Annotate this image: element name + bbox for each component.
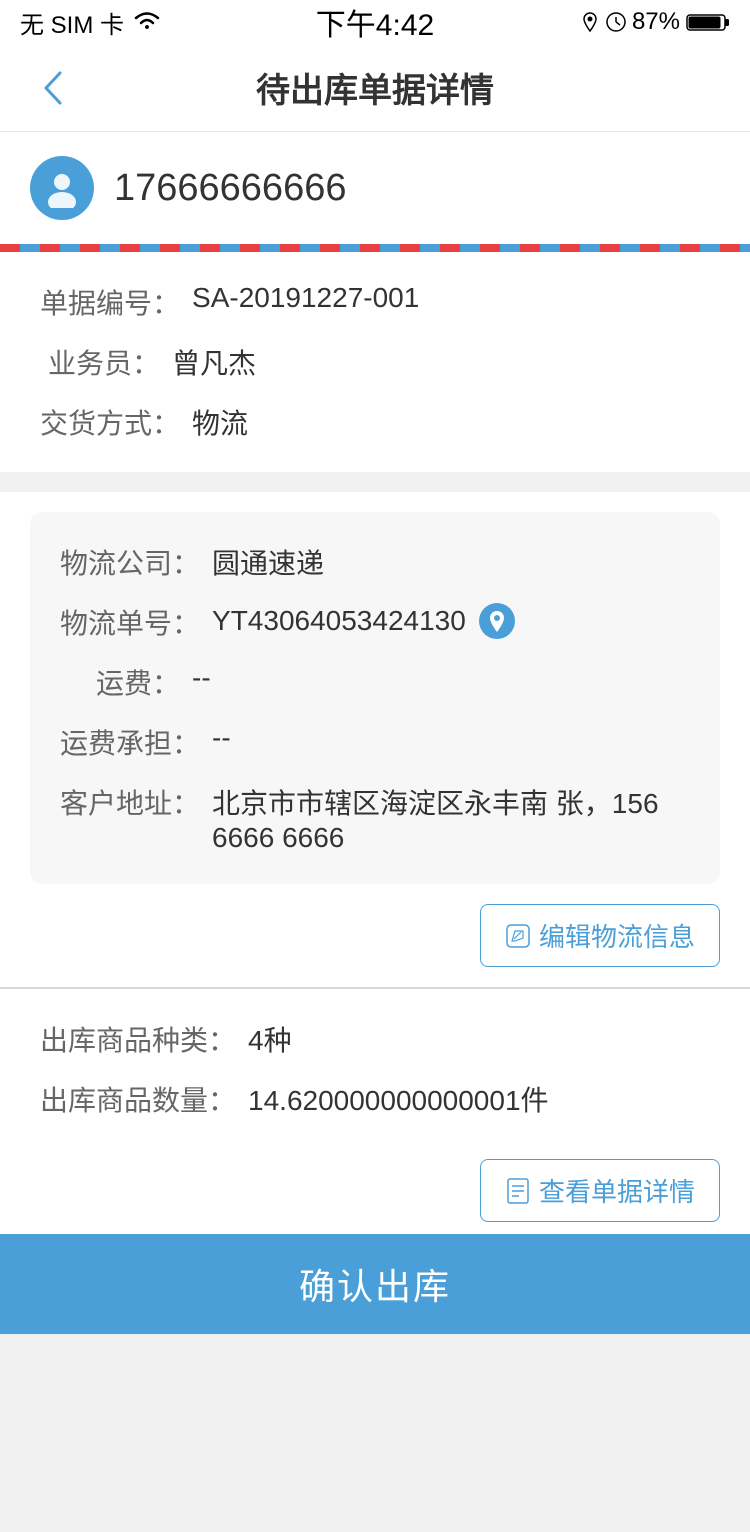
view-btn-label: 查看单据详情 (539, 1172, 695, 1209)
logistics-company-row: 物流公司： 圆通速递 (60, 542, 690, 582)
logistics-company-label: 物流公司： (60, 542, 200, 582)
edit-logistics-button[interactable]: 编辑物流信息 (480, 904, 720, 967)
logistics-address-label: 客户地址： (60, 782, 200, 822)
back-button[interactable] (30, 66, 74, 110)
nav-bar: 待出库单据详情 (0, 44, 750, 132)
salesperson-value: 曾凡杰 (172, 342, 710, 382)
status-time: 下午4:42 (316, 0, 434, 44)
edit-btn-wrap: 编辑物流信息 (0, 884, 750, 987)
wifi-icon (132, 11, 162, 33)
goods-qty-row: 出库商品数量： 14.620000000000001件 (40, 1079, 710, 1119)
battery-icon (686, 11, 730, 33)
edit-btn-label: 编辑物流信息 (539, 917, 695, 954)
logistics-freight-bear-label: 运费承担： (60, 722, 200, 762)
avatar (30, 156, 94, 220)
logistics-address-row: 客户地址： 北京市市辖区海淀区永丰南 张，156 6666 6666 (60, 782, 690, 854)
logistics-address-value: 北京市市辖区海淀区永丰南 张，156 6666 6666 (212, 782, 690, 854)
status-left: 无 SIM 卡 (20, 5, 162, 40)
dashed-divider (0, 244, 750, 252)
logistics-freight-row: 运费： -- (60, 662, 690, 702)
document-number-label: 单据编号： (40, 282, 180, 322)
status-bar: 无 SIM 卡 下午4:42 87% (0, 0, 750, 44)
location-pin-icon[interactable] (478, 602, 516, 640)
edit-icon (505, 923, 531, 949)
goods-type-value: 4种 (248, 1019, 292, 1059)
sim-text: 无 SIM 卡 (20, 5, 124, 40)
battery-percent: 87% (632, 8, 680, 36)
document-number-value: SA-20191227-001 (192, 282, 710, 314)
logistics-tracking-label: 物流单号： (60, 602, 200, 642)
goods-type-label: 出库商品种类： (40, 1019, 236, 1059)
document-number-row: 单据编号： SA-20191227-001 (40, 282, 710, 322)
page-title: 待出库单据详情 (256, 63, 494, 112)
logistics-tracking-value: YT43064053424130 (212, 602, 690, 640)
goods-qty-label: 出库商品数量： (40, 1079, 236, 1119)
gap1 (0, 472, 750, 492)
confirm-btn-label: 确认出库 (299, 1258, 451, 1310)
logistics-freight-value: -- (192, 662, 690, 694)
view-detail-button[interactable]: 查看单据详情 (480, 1159, 720, 1222)
logistics-freight-label: 运费： (60, 662, 180, 702)
logistics-tracking-row: 物流单号： YT43064053424130 (60, 602, 690, 642)
location-icon (580, 11, 600, 33)
document-icon (505, 1178, 531, 1204)
logistics-freight-bear-row: 运费承担： -- (60, 722, 690, 762)
status-right: 87% (580, 8, 730, 36)
delivery-label: 交货方式： (40, 402, 180, 442)
clock-icon (606, 12, 626, 32)
user-phone: 17666666666 (114, 167, 346, 210)
document-info: 单据编号： SA-20191227-001 业务员： 曾凡杰 交货方式： 物流 (0, 252, 750, 472)
delivery-value: 物流 (192, 402, 710, 442)
logistics-card: 物流公司： 圆通速递 物流单号： YT43064053424130 (30, 512, 720, 884)
goods-type-row: 出库商品种类： 4种 (40, 1019, 710, 1059)
confirm-button[interactable]: 确认出库 (0, 1234, 750, 1334)
goods-qty-value: 14.620000000000001件 (248, 1079, 549, 1119)
goods-section: 出库商品种类： 4种 出库商品数量： 14.620000000000001件 (0, 989, 750, 1139)
salesperson-row: 业务员： 曾凡杰 (40, 342, 710, 382)
logistics-freight-bear-value: -- (212, 722, 690, 754)
salesperson-label: 业务员： (40, 342, 160, 382)
logistics-company-value: 圆通速递 (212, 542, 690, 582)
user-section: 17666666666 (0, 132, 750, 244)
delivery-row: 交货方式： 物流 (40, 402, 710, 442)
